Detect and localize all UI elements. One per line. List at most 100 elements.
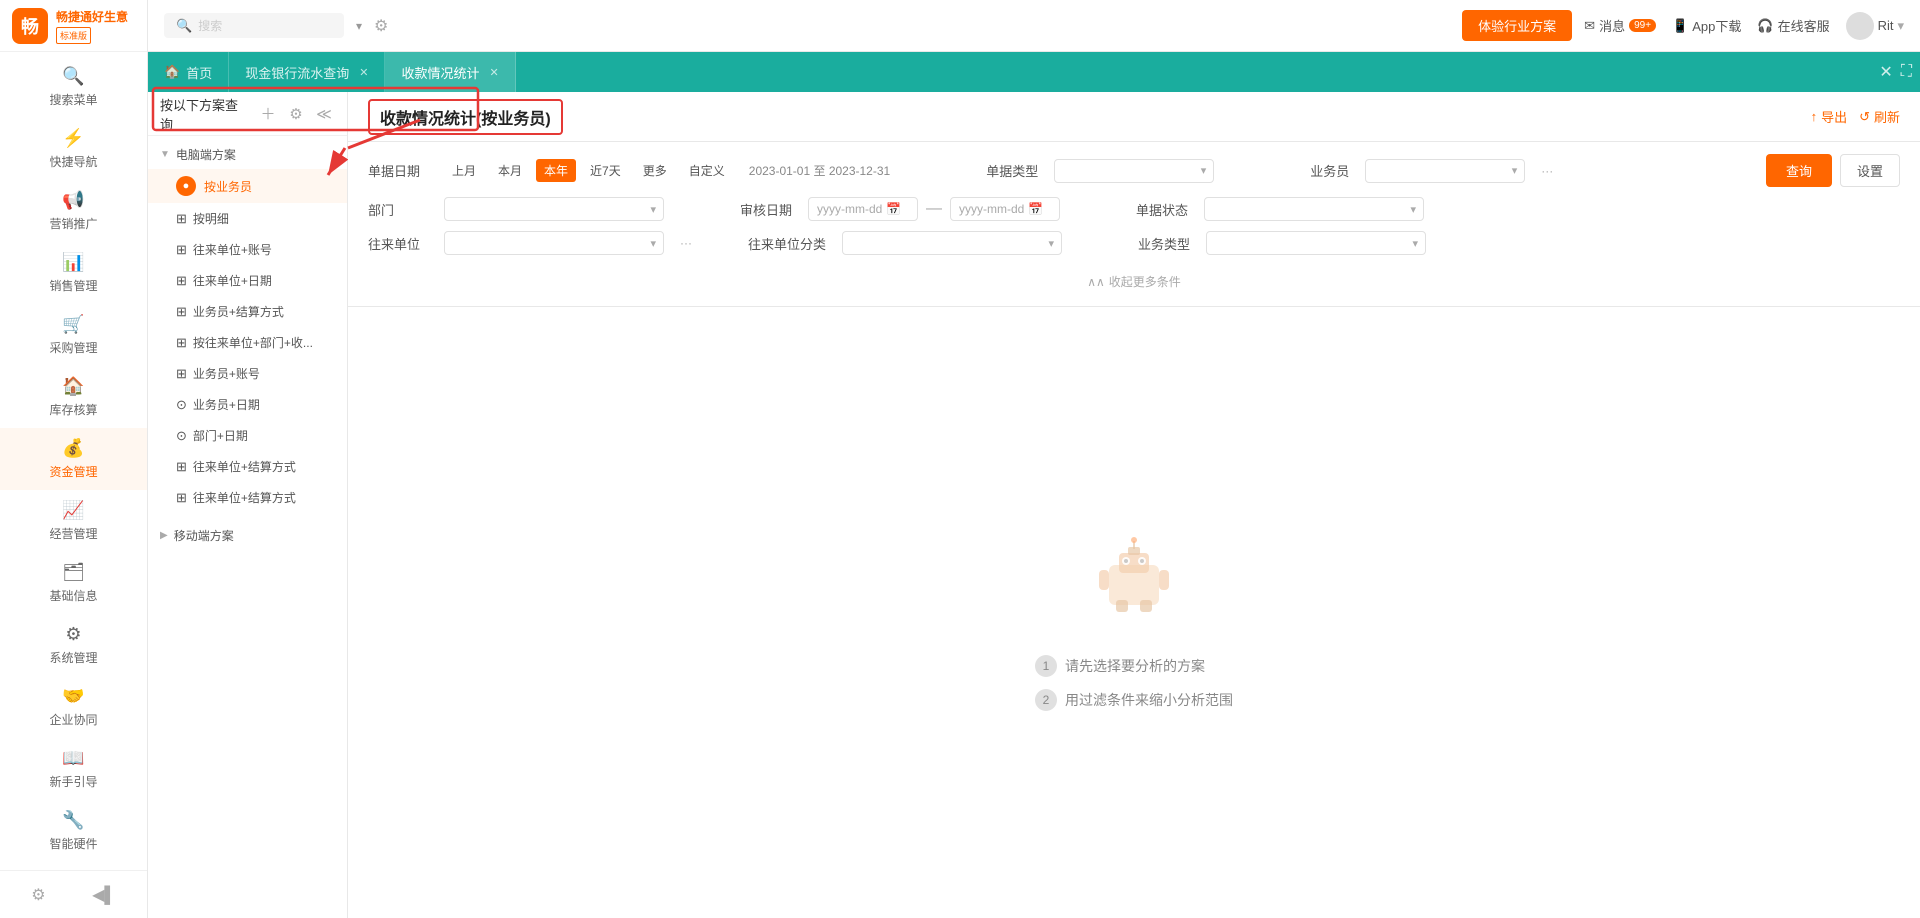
date-btn-this-year[interactable]: 本年 <box>536 159 576 182</box>
tree-desktop-label: 电脑端方案 <box>176 146 236 163</box>
counterpart-select[interactable] <box>444 231 664 255</box>
query-btn[interactable]: 查询 <box>1766 154 1832 187</box>
app-download-btn[interactable]: 📱 App下载 <box>1672 16 1741 35</box>
voucher-type-select[interactable] <box>1054 159 1214 183</box>
counterpart-cat-select[interactable] <box>842 231 1062 255</box>
sidebar-item-system[interactable]: ⚙ 系统管理 <box>0 614 147 676</box>
tree-item-salesperson-settlement-label: 业务员+结算方式 <box>193 303 284 320</box>
review-date-from-input[interactable]: yyyy-mm-dd 📅 <box>808 197 918 221</box>
sidebar-item-wechat[interactable]: 💬 企业微信 <box>0 862 147 870</box>
refresh-btn[interactable]: ↺ 刷新 <box>1859 107 1900 126</box>
date-btn-last-month[interactable]: 上月 <box>444 159 484 182</box>
tree-item-salesperson-account[interactable]: ⊞ 业务员+账号 <box>148 358 347 389</box>
tree-expand-arrow: ▼ <box>160 149 170 160</box>
user-menu[interactable]: Rit ▾ <box>1846 12 1904 40</box>
salesperson-account-icon: ⊞ <box>176 366 187 382</box>
collapse-sidebar-btn[interactable]: ◀▌ <box>92 885 116 905</box>
tab-home[interactable]: 🏠 首页 <box>148 52 229 92</box>
setting-btn[interactable]: 设置 <box>1840 154 1900 187</box>
sidebar-item-operations[interactable]: 📈 经营管理 <box>0 490 147 552</box>
biz-type-select[interactable] <box>1206 231 1426 255</box>
sidebar-item-sales[interactable]: 📊 销售管理 <box>0 242 147 304</box>
config-scheme-btn[interactable]: ⚙ <box>285 103 307 125</box>
sidebar-item-hardware[interactable]: 🔧 智能硬件 <box>0 800 147 862</box>
sidebar-item-search[interactable]: 🔍 搜索菜单 <box>0 56 147 118</box>
review-date-to-input[interactable]: yyyy-mm-dd 📅 <box>950 197 1060 221</box>
logo-text-area: 畅捷通好生意 标准版 <box>56 8 128 44</box>
tree-item-counterpart-date[interactable]: ⊞ 往来单位+日期 <box>148 265 347 296</box>
salesperson-select[interactable] <box>1365 159 1525 183</box>
sidebar-item-marketing[interactable]: 📢 营销推广 <box>0 180 147 242</box>
tab-cashbank-close[interactable]: ✕ <box>359 66 368 79</box>
tree-item-counterpart-settlement1[interactable]: ⊞ 往来单位+结算方式 <box>148 451 347 482</box>
export-label: 导出 <box>1821 107 1847 126</box>
topbar-dropdown-btn[interactable]: ▾ <box>356 19 362 33</box>
detail-icon: ⊞ <box>176 211 187 227</box>
review-date-label: 审核日期 <box>740 200 792 219</box>
export-btn[interactable]: ↑ 导出 <box>1811 107 1848 126</box>
filter-row-2: 部门 审核日期 yyyy-mm-dd 📅 — <box>368 197 1900 221</box>
tabbar-maximize-btn[interactable]: ⛶ <box>1901 63 1912 81</box>
sidebar-item-inventory[interactable]: 🏠 库存核算 <box>0 366 147 428</box>
tree-item-detail[interactable]: ⊞ 按明细 <box>148 203 347 234</box>
sidebar-item-collab[interactable]: 🤝 企业协同 <box>0 676 147 738</box>
app-download-label: App下载 <box>1692 16 1741 35</box>
topbar-gear-icon[interactable]: ⚙ <box>374 16 388 36</box>
sidebar-item-guide-label: 新手引导 <box>49 773 97 790</box>
tree-item-salesperson-date[interactable]: ⊙ 业务员+日期 <box>148 389 347 420</box>
empty-step-2-text: 用过滤条件来缩小分析范围 <box>1065 690 1233 710</box>
date-btn-this-month[interactable]: 本月 <box>490 159 530 182</box>
sidebar-item-basic[interactable]: 🗂 基础信息 <box>0 552 147 614</box>
online-service-btn[interactable]: 🎧 在线客服 <box>1757 16 1829 35</box>
content-area: 按以下方案查询 ＋ ⚙ ≪ ▼ 电脑端方案 ● 按业务员 ⊞ <box>148 92 1920 918</box>
sidebar: 畅 畅捷通好生意 标准版 🔍 搜索菜单 ⚡ 快捷导航 📢 营销推广 📊 销售管理… <box>0 0 148 918</box>
tree-item-counterpart-settlement2[interactable]: ⊞ 往来单位+结算方式 <box>148 482 347 513</box>
message-btn[interactable]: ✉ 消息 99+ <box>1584 16 1656 35</box>
tab-receipt-stats-close[interactable]: ✕ <box>489 66 498 79</box>
sidebar-item-guide[interactable]: 📖 新手引导 <box>0 738 147 800</box>
tree-mobile-section: ▶ 移动端方案 <box>148 517 347 554</box>
tab-cashbank[interactable]: 现金银行流水查询 ✕ <box>229 52 385 92</box>
tree-item-by-salesperson[interactable]: ● 按业务员 <box>148 169 347 203</box>
tree-item-counterpart-dept[interactable]: ⊞ 按往来单位+部门+收... <box>148 327 347 358</box>
tab-receipt-stats[interactable]: 收款情况统计 ✕ <box>385 52 515 92</box>
doc-status-label: 单据状态 <box>1136 200 1188 219</box>
sidebar-item-finance-label: 资金管理 <box>49 463 97 480</box>
settings-footer-btn[interactable]: ⚙ <box>31 885 45 905</box>
sidebar-item-operations-label: 经营管理 <box>49 525 97 542</box>
sidebar-item-purchase[interactable]: 🛒 采购管理 <box>0 304 147 366</box>
sidebar-item-purchase-label: 采购管理 <box>49 339 97 356</box>
sidebar-item-finance[interactable]: 💰 资金管理 <box>0 428 147 490</box>
inventory-icon: 🏠 <box>62 376 84 397</box>
biz-type-select-wrap <box>1206 231 1426 255</box>
doc-status-select[interactable] <box>1204 197 1424 221</box>
tree-item-dept-date[interactable]: ⊙ 部门+日期 <box>148 420 347 451</box>
tree-desktop-header[interactable]: ▼ 电脑端方案 <box>148 140 347 169</box>
tree-item-counterpart-account[interactable]: ⊞ 往来单位+账号 <box>148 234 347 265</box>
app-logo-icon: 畅 <box>12 8 48 44</box>
tabbar-close-btn[interactable]: ✕ <box>1879 62 1892 82</box>
marketing-icon: 📢 <box>62 190 84 211</box>
tree-mobile-header[interactable]: ▶ 移动端方案 <box>148 521 347 550</box>
topbar-search-box[interactable]: 🔍 搜索 <box>164 13 344 38</box>
date-btn-last-7days[interactable]: 近7天 <box>582 159 629 182</box>
hardware-icon: 🔧 <box>62 810 84 831</box>
collapse-panel-btn[interactable]: ≪ <box>313 103 335 125</box>
tree-item-salesperson-account-label: 业务员+账号 <box>193 365 260 382</box>
date-separator: — <box>926 200 942 218</box>
tree-item-salesperson-date-label: 业务员+日期 <box>193 396 260 413</box>
tree-item-salesperson-settlement[interactable]: ⊞ 业务员+结算方式 <box>148 296 347 327</box>
calendar-to-icon: 📅 <box>1028 202 1043 216</box>
date-btn-custom[interactable]: 自定义 <box>681 159 733 182</box>
collapse-btn[interactable]: ∧∧ 收起更多条件 <box>1087 273 1181 290</box>
trial-btn[interactable]: 体验行业方案 <box>1462 10 1572 41</box>
headset-icon: 🎧 <box>1757 18 1773 34</box>
left-panel-header: 按以下方案查询 ＋ ⚙ ≪ <box>148 92 347 136</box>
dept-select[interactable] <box>444 197 664 221</box>
counterpart-select-wrap <box>444 231 664 255</box>
date-btn-more[interactable]: 更多 <box>635 159 675 182</box>
add-scheme-btn[interactable]: ＋ <box>257 103 279 125</box>
sidebar-item-quicknav[interactable]: ⚡ 快捷导航 <box>0 118 147 180</box>
counterpart-more-btn[interactable]: ··· <box>680 236 692 250</box>
salesperson-more-btn[interactable]: ··· <box>1541 164 1553 178</box>
